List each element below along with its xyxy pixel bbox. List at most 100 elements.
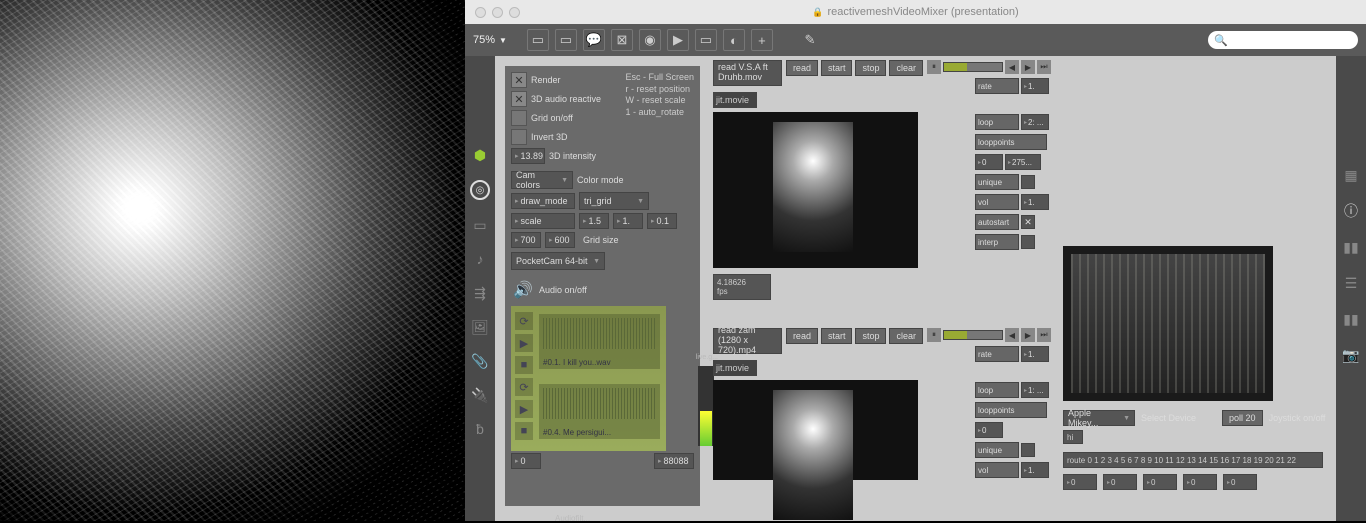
scale-x[interactable]: 1.5 xyxy=(579,213,609,229)
stop-icon[interactable]: ■ xyxy=(515,356,533,374)
lp2-1[interactable]: 275... xyxy=(1005,154,1041,170)
clear-btn-2[interactable]: clear xyxy=(889,328,923,344)
lp1-1[interactable]: 0 xyxy=(975,154,1003,170)
vol-val-1[interactable]: 1. xyxy=(1021,194,1049,210)
poll-button[interactable]: poll 20 xyxy=(1222,410,1263,426)
device-row: Apple Mikey... Select Device poll 20 Joy… xyxy=(1063,410,1325,426)
play-icon-1[interactable]: ▶ xyxy=(1021,60,1035,74)
comment-tool-icon[interactable]: 💬 xyxy=(583,29,605,51)
device-dropdown[interactable]: Apple Mikey... xyxy=(1063,410,1135,426)
next-icon-1[interactable]: ⏭ xyxy=(1037,60,1051,74)
speaker-icon[interactable]: 🔊 xyxy=(511,278,535,302)
image-icon[interactable]: 🖼 xyxy=(471,318,489,336)
camera-icon[interactable]: 📷 xyxy=(1342,346,1360,364)
route-val-3[interactable]: 0 xyxy=(1183,474,1217,490)
loop-val-1[interactable]: 2: ... xyxy=(1021,114,1049,130)
clear-btn-1[interactable]: clear xyxy=(889,60,923,76)
stop-btn-2[interactable]: stop xyxy=(855,328,886,344)
prev-icon-1[interactable]: ◀ xyxy=(1005,60,1019,74)
beta-icon[interactable]: ƀ xyxy=(471,420,489,438)
add-tool-icon[interactable]: + xyxy=(751,29,773,51)
grid-toggle[interactable] xyxy=(511,110,527,126)
attach-icon[interactable]: 📎 xyxy=(471,352,489,370)
audio-reactive-toggle[interactable]: ✕ xyxy=(511,91,527,107)
start-btn-1[interactable]: start xyxy=(821,60,853,76)
autostart-check-1[interactable]: ✕ xyxy=(1021,215,1035,229)
draw-mode-dropdown[interactable]: tri_grid xyxy=(579,192,649,210)
message-tool-icon[interactable]: ▭ xyxy=(555,29,577,51)
pause-icon-2[interactable]: ⏸ xyxy=(927,328,941,342)
interp-check-1[interactable] xyxy=(1021,235,1035,249)
zoom-dropdown[interactable]: 75%▼ xyxy=(473,34,507,46)
track-2[interactable]: #0.4. Me persigui... xyxy=(539,384,660,439)
read-btn-1[interactable]: read xyxy=(786,60,818,76)
music-icon[interactable]: ♪ xyxy=(471,250,489,268)
help-text: Esc - Full Screen r - reset position W -… xyxy=(625,72,694,167)
scope-value[interactable]: 88088 xyxy=(654,453,694,469)
cam-colors-dropdown[interactable]: Cam colors xyxy=(511,171,573,189)
route-val-0[interactable]: 0 xyxy=(1063,474,1097,490)
scrub-slider-2[interactable] xyxy=(943,330,1003,340)
play2-icon[interactable]: ▶ xyxy=(515,400,533,418)
scope-zero[interactable]: 0 xyxy=(511,453,541,469)
invert-toggle[interactable] xyxy=(511,129,527,145)
route-val-1[interactable]: 0 xyxy=(1103,474,1137,490)
track-1[interactable]: #0.1. I kill you..wav xyxy=(539,314,660,369)
route-icon[interactable]: ⇶ xyxy=(471,284,489,302)
camera-dropdown[interactable]: PocketCam 64-bit xyxy=(511,252,605,270)
rate-val-2[interactable]: 1. xyxy=(1021,346,1049,362)
route-val-2[interactable]: 0 xyxy=(1143,474,1177,490)
route-val-4[interactable]: 0 xyxy=(1223,474,1257,490)
lp1-2[interactable]: 0 xyxy=(975,422,1003,438)
search-input[interactable]: 🔍 xyxy=(1208,31,1358,49)
minimize-window-icon[interactable] xyxy=(492,7,503,18)
file-box-2[interactable]: read zam (1280 x 720).mp4 xyxy=(713,328,782,354)
split-icon[interactable]: ▮▮ xyxy=(1342,310,1360,328)
loop-icon[interactable]: ⟳ xyxy=(515,312,533,330)
number-tool-icon[interactable]: ▶ xyxy=(667,29,689,51)
slider-tool-icon[interactable]: ▭ xyxy=(695,29,717,51)
stop2-icon[interactable]: ■ xyxy=(515,422,533,440)
render-toggle[interactable]: ✕ xyxy=(511,72,527,88)
stop-btn-1[interactable]: stop xyxy=(855,60,886,76)
list-icon[interactable]: ☰ xyxy=(1342,274,1360,292)
play-icon-2[interactable]: ▶ xyxy=(1021,328,1035,342)
rate-val-1[interactable]: 1. xyxy=(1021,78,1049,94)
intensity-value[interactable]: 13.89 xyxy=(511,148,545,164)
prev-icon-2[interactable]: ◀ xyxy=(1005,328,1019,342)
play-icon[interactable]: ▶ xyxy=(515,334,533,352)
start-btn-2[interactable]: start xyxy=(821,328,853,344)
close-window-icon[interactable] xyxy=(475,7,486,18)
plug-icon[interactable]: 🔌 xyxy=(471,386,489,404)
info-icon[interactable]: ⓘ xyxy=(1342,202,1360,220)
grid-panel-icon[interactable]: ▦ xyxy=(1342,166,1360,184)
player-2: read zam (1280 x 720).mp4 read start sto… xyxy=(713,328,923,480)
paint-tool-icon[interactable]: ✎ xyxy=(799,29,821,51)
toggle-tool-icon[interactable]: ⊠ xyxy=(611,29,633,51)
cube-icon[interactable]: ⬢ xyxy=(471,146,489,164)
scrub-slider-1[interactable] xyxy=(943,62,1003,72)
grid-h[interactable]: 600 xyxy=(545,232,575,248)
unique-check-2[interactable] xyxy=(1021,443,1035,457)
zoom-window-icon[interactable] xyxy=(509,7,520,18)
loop-val-2[interactable]: 1: ... xyxy=(1021,382,1049,398)
pause-icon-1[interactable]: ⏸ xyxy=(927,60,941,74)
file-box-1[interactable]: read V.S.A ft Druhb.mov xyxy=(713,60,782,86)
unique-check-1[interactable] xyxy=(1021,175,1035,189)
panel-icon[interactable]: ▭ xyxy=(471,216,489,234)
loop2-icon[interactable]: ⟳ xyxy=(515,378,533,396)
dial-tool-icon[interactable]: ◐ xyxy=(723,29,745,51)
read-btn-2[interactable]: read xyxy=(786,328,818,344)
object-tool-icon[interactable]: ▭ xyxy=(527,29,549,51)
button-tool-icon[interactable]: ◉ xyxy=(639,29,661,51)
scale-z[interactable]: 0.1 xyxy=(647,213,677,229)
color-mode-label: Color mode xyxy=(577,175,624,185)
unique-label-1: unique xyxy=(975,174,1019,190)
next-icon-2[interactable]: ⏭ xyxy=(1037,328,1051,342)
columns-icon[interactable]: ▮▮ xyxy=(1342,238,1360,256)
params-2: rate1. loop1: ... looppoints 0 unique vo… xyxy=(975,346,1051,478)
scale-y[interactable]: 1. xyxy=(613,213,643,229)
target-icon[interactable]: ◎ xyxy=(470,180,490,200)
vol-val-2[interactable]: 1. xyxy=(1021,462,1049,478)
grid-w[interactable]: 700 xyxy=(511,232,541,248)
